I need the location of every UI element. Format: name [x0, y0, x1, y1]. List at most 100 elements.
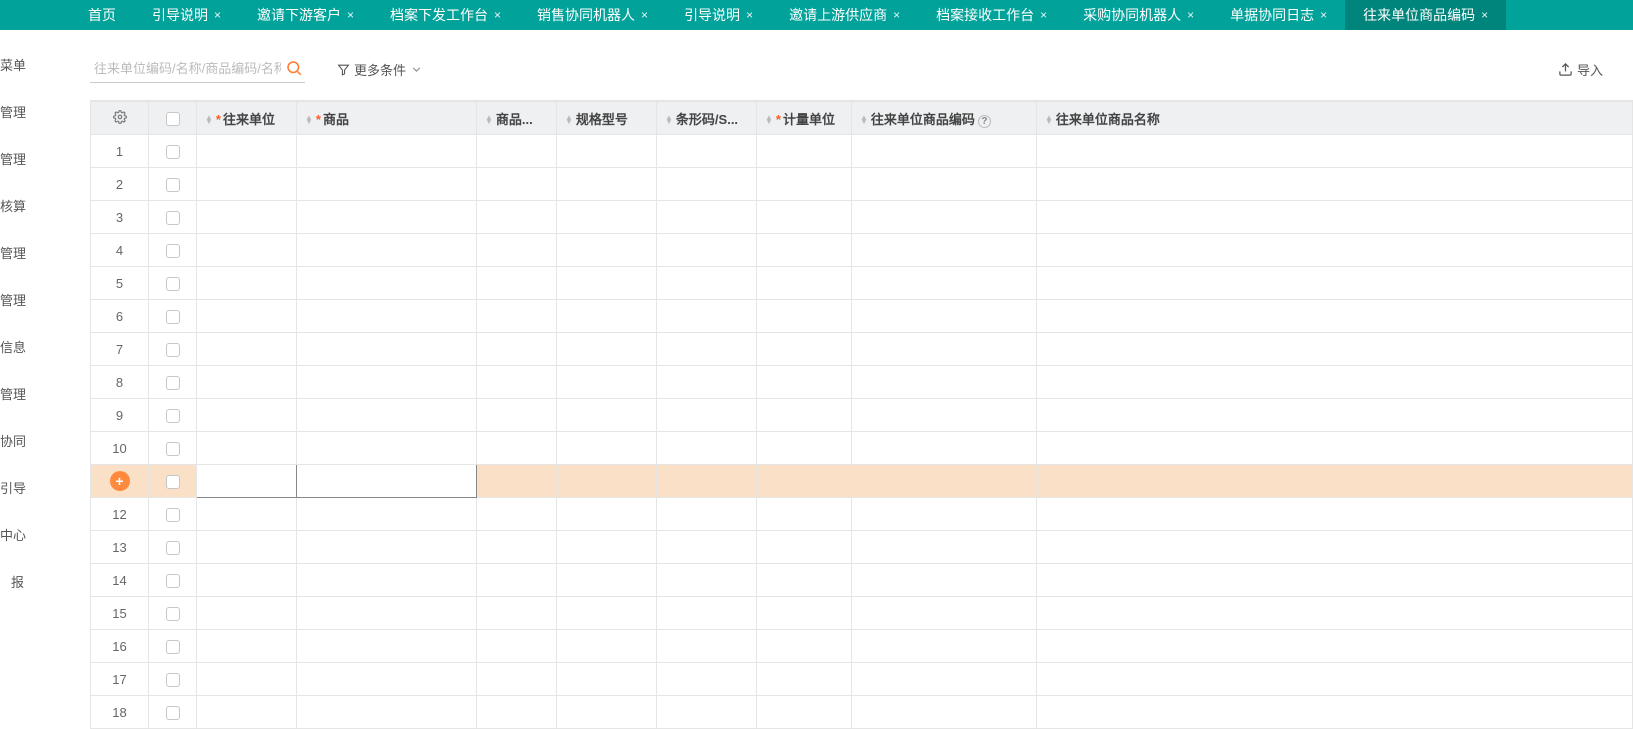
col-cls[interactable]: ▲▼商品... — [477, 102, 557, 135]
sidebar-item-11[interactable]: 报 — [0, 572, 28, 591]
cell-chk[interactable] — [149, 465, 197, 498]
row-checkbox[interactable] — [166, 607, 180, 621]
sidebar-item-6[interactable]: 信息 — [0, 337, 28, 356]
table-row[interactable]: 15 — [91, 597, 1633, 630]
cell-spec[interactable] — [557, 465, 657, 498]
close-icon[interactable]: × — [1320, 8, 1327, 22]
cell-chk[interactable] — [149, 267, 197, 300]
table-row[interactable]: 6 — [91, 300, 1633, 333]
row-checkbox[interactable] — [166, 541, 180, 555]
close-icon[interactable]: × — [893, 8, 900, 22]
row-checkbox[interactable] — [166, 178, 180, 192]
cell-chk[interactable] — [149, 333, 197, 366]
sidebar-item-5[interactable]: 管理 — [0, 290, 28, 309]
cell-chk[interactable] — [149, 531, 197, 564]
col-product[interactable]: ▲▼*商品 — [297, 102, 477, 135]
table-row[interactable]: 14 — [91, 564, 1633, 597]
row-checkbox[interactable] — [166, 376, 180, 390]
col-barcode[interactable]: ▲▼条形码/S... — [657, 102, 757, 135]
row-checkbox[interactable] — [166, 673, 180, 687]
table-row[interactable]: 17 — [91, 663, 1633, 696]
sidebar-item-10[interactable]: 中心 — [0, 525, 28, 544]
row-checkbox[interactable] — [166, 574, 180, 588]
col-uname[interactable]: ▲▼往来单位商品名称 — [1037, 102, 1633, 135]
cell-ucode[interactable] — [852, 465, 1037, 498]
cell-chk[interactable] — [149, 564, 197, 597]
close-icon[interactable]: × — [1040, 8, 1047, 22]
row-checkbox[interactable] — [166, 508, 180, 522]
table-row[interactable]: 5 — [91, 267, 1633, 300]
search-input[interactable] — [90, 55, 305, 83]
close-icon[interactable]: × — [347, 8, 354, 22]
close-icon[interactable]: × — [214, 8, 221, 22]
tab-0[interactable]: 首页 — [70, 0, 134, 30]
cell-chk[interactable] — [149, 300, 197, 333]
table-row[interactable]: + — [91, 465, 1633, 498]
row-checkbox[interactable] — [166, 343, 180, 357]
cell-product[interactable] — [297, 465, 477, 498]
close-icon[interactable]: × — [1187, 8, 1194, 22]
cell-chk[interactable] — [149, 135, 197, 168]
table-row[interactable]: 9 — [91, 399, 1633, 432]
row-checkbox[interactable] — [166, 409, 180, 423]
cell-chk[interactable] — [149, 597, 197, 630]
cell-chk[interactable] — [149, 234, 197, 267]
row-checkbox[interactable] — [166, 442, 180, 456]
table-row[interactable]: 8 — [91, 366, 1633, 399]
table-row[interactable]: 4 — [91, 234, 1633, 267]
more-conditions-button[interactable]: 更多条件 — [337, 60, 423, 79]
table-row[interactable]: 2 — [91, 168, 1633, 201]
tab-3[interactable]: 档案下发工作台× — [372, 0, 519, 30]
select-all-checkbox[interactable] — [166, 112, 180, 126]
row-checkbox[interactable] — [166, 640, 180, 654]
tab-6[interactable]: 邀请上游供应商× — [771, 0, 918, 30]
table-row[interactable]: 16 — [91, 630, 1633, 663]
row-checkbox[interactable] — [166, 211, 180, 225]
col-unit[interactable]: ▲▼*往来单位 — [197, 102, 297, 135]
cell-chk[interactable] — [149, 201, 197, 234]
cell-idx[interactable]: + — [91, 465, 149, 498]
cell-chk[interactable] — [149, 399, 197, 432]
cell-chk[interactable] — [149, 663, 197, 696]
col-mu[interactable]: ▲▼*计量单位 — [757, 102, 852, 135]
cell-chk[interactable] — [149, 630, 197, 663]
sidebar-item-0[interactable]: 菜单 — [0, 55, 28, 74]
cell-chk[interactable] — [149, 498, 197, 531]
table-row[interactable]: 12 — [91, 498, 1633, 531]
tab-2[interactable]: 邀请下游客户× — [239, 0, 372, 30]
close-icon[interactable]: × — [746, 8, 753, 22]
add-row-button[interactable]: + — [110, 471, 130, 491]
sidebar-item-7[interactable]: 管理 — [0, 384, 28, 403]
cell-chk[interactable] — [149, 168, 197, 201]
cell-chk[interactable] — [149, 432, 197, 465]
cell-chk[interactable] — [149, 696, 197, 729]
close-icon[interactable]: × — [641, 8, 648, 22]
row-checkbox[interactable] — [166, 475, 180, 489]
row-checkbox[interactable] — [166, 706, 180, 720]
sidebar-item-1[interactable]: 管理 — [0, 102, 28, 121]
search-icon[interactable] — [285, 59, 303, 77]
sidebar-item-2[interactable]: 管理 — [0, 149, 28, 168]
tab-8[interactable]: 采购协同机器人× — [1065, 0, 1212, 30]
cell-uname[interactable] — [1037, 465, 1633, 498]
row-checkbox[interactable] — [166, 310, 180, 324]
cell-chk[interactable] — [149, 366, 197, 399]
sidebar-item-3[interactable]: 核算 — [0, 196, 28, 215]
row-checkbox[interactable] — [166, 244, 180, 258]
close-icon[interactable]: × — [1481, 8, 1488, 22]
table-row[interactable]: 13 — [91, 531, 1633, 564]
tab-4[interactable]: 销售协同机器人× — [519, 0, 666, 30]
tab-9[interactable]: 单据协同日志× — [1212, 0, 1345, 30]
table-row[interactable]: 1 — [91, 135, 1633, 168]
tab-7[interactable]: 档案接收工作台× — [918, 0, 1065, 30]
gear-icon[interactable] — [113, 110, 127, 124]
tab-1[interactable]: 引导说明× — [134, 0, 239, 30]
cell-unit[interactable] — [197, 465, 297, 498]
cell-mu[interactable] — [757, 465, 852, 498]
table-row[interactable]: 3 — [91, 201, 1633, 234]
table-row[interactable]: 7 — [91, 333, 1633, 366]
sidebar-item-4[interactable]: 管理 — [0, 243, 28, 262]
cell-cls[interactable] — [477, 465, 557, 498]
row-checkbox[interactable] — [166, 145, 180, 159]
help-icon[interactable]: ? — [978, 115, 991, 128]
